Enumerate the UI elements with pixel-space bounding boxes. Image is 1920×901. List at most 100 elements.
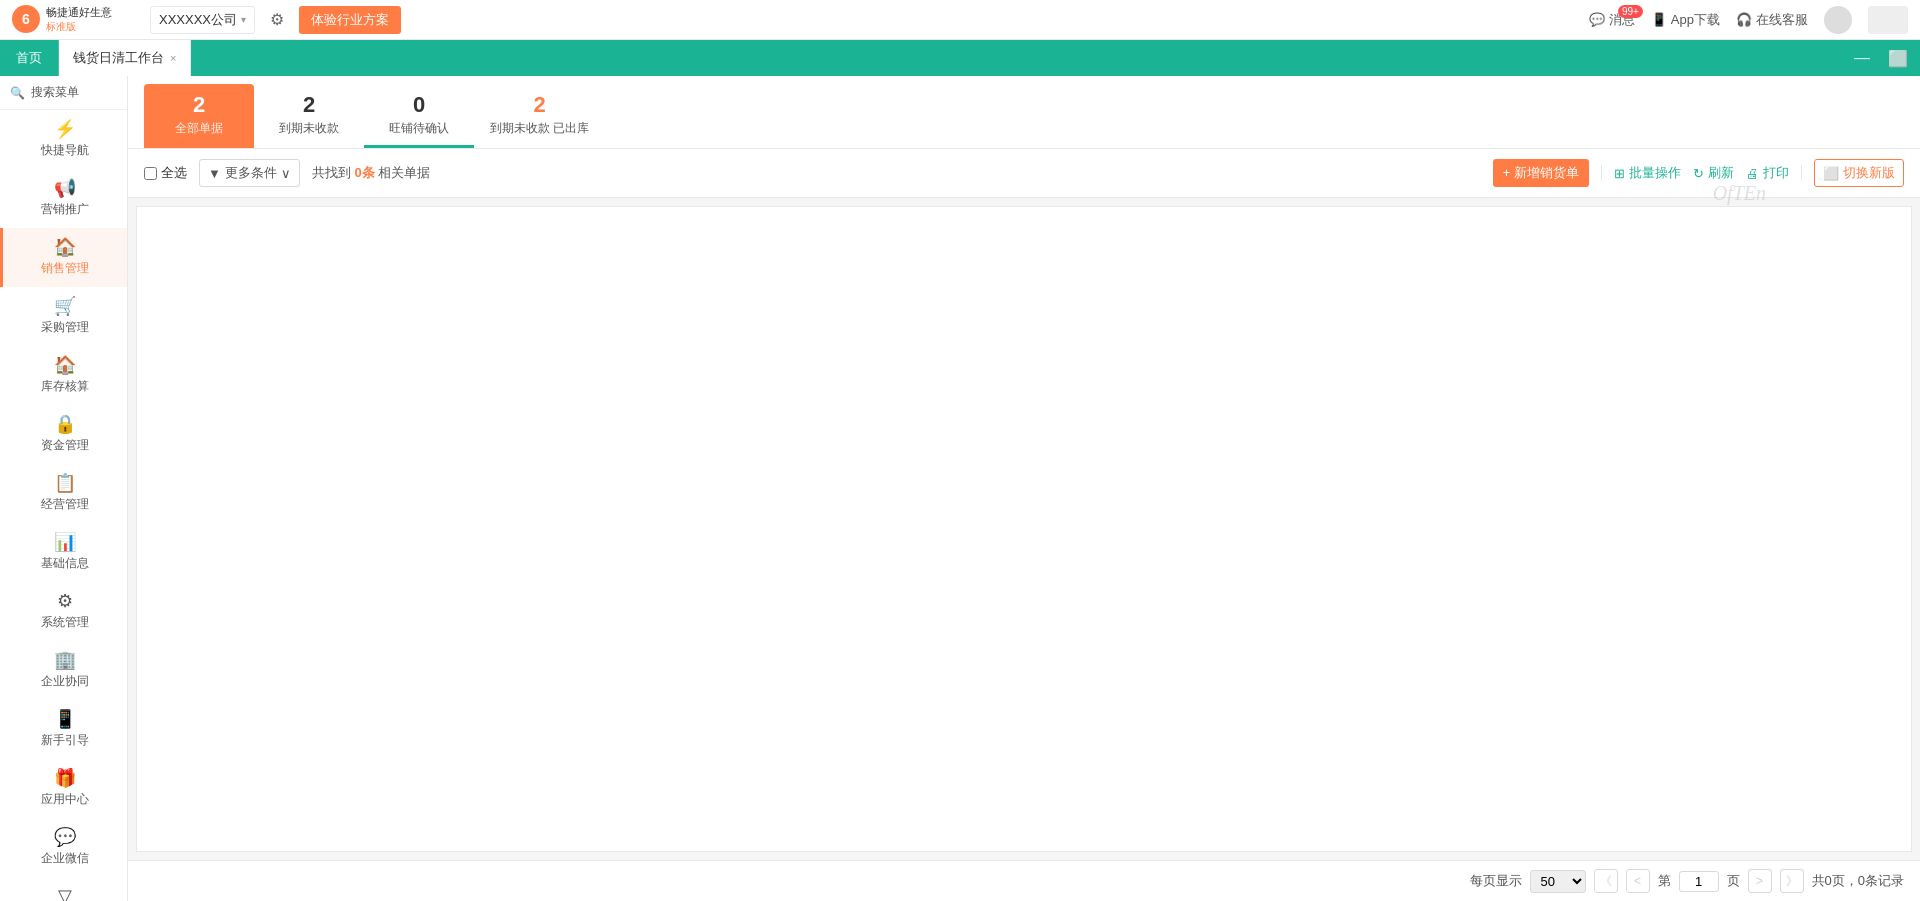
chevron-icon: ∨ [281,166,291,181]
maximize-button[interactable]: ⬜ [1884,44,1912,72]
sidebar-label-app-center: 应用中心 [41,791,89,808]
batch-label: 批量操作 [1629,164,1681,182]
toolbar-right: + 新增销货单 ⊞ 批量操作 ↻ 刷新 🖨 打印 ⬜ 切换新版 [1493,159,1904,187]
tab-home[interactable]: 首页 [0,40,59,76]
refresh-label: 刷新 [1708,164,1734,182]
building-icon: 🏢 [54,651,76,669]
sidebar-item-marketing[interactable]: 📢 营销推广 [0,169,127,228]
grid-icon: 📊 [54,533,76,551]
main-layout: 🔍 搜索菜单 ⚡ 快捷导航 📢 营销推广 🏠 销售管理 🛒 采购管理 🏠 库存核… [0,76,1920,901]
chevron-down-icon: ▾ [241,14,246,25]
stat-label-shipped: 到期未收款 已出库 [490,120,589,137]
per-page-label: 每页显示 [1470,872,1522,890]
top-header: 6 畅捷通好生意 标准版 XXXXXX公司 ▾ ⚙ 体验行业方案 💬 消息 99… [0,0,1920,40]
stat-label-overdue: 到期未收款 [270,120,348,137]
pagination: 每页显示 50 20 100 《 < 第 页 > 》 共0页，0条记录 [128,860,1920,901]
sidebar-item-app-center[interactable]: 🎁 应用中心 [0,759,127,818]
app-name: 畅捷通好生意 [46,5,112,19]
switch-version-button[interactable]: ⬜ 切换新版 [1814,159,1904,187]
select-all-checkbox[interactable]: 全选 [144,164,187,182]
stat-tab-all[interactable]: 2 全部单据 [144,84,254,148]
search-icon: 🔍 [10,86,25,100]
prev-page-button[interactable]: < [1626,869,1650,893]
stat-tab-shipped[interactable]: 2 到期未收款 已出库 [474,84,605,148]
sidebar-item-inventory[interactable]: 🏠 库存核算 [0,346,127,405]
sidebar-label-system: 系统管理 [41,614,89,631]
sidebar-label-wechat: 企业微信 [41,850,89,867]
sidebar-label-guide: 新手引导 [41,732,89,749]
sidebar-item-wechat[interactable]: 💬 企业微信 [0,818,127,877]
filter-icon: ▼ [208,166,221,181]
avatar[interactable] [1824,6,1852,34]
message-badge: 99+ [1618,5,1643,18]
message-icon: 💬 [1589,12,1605,27]
sidebar-item-system[interactable]: ⚙ 系统管理 [0,582,127,641]
select-all-input[interactable] [144,167,157,180]
stat-tabs: 2 全部单据 2 到期未收款 0 旺铺待确认 2 到期未收款 已出库 [128,76,1920,149]
header-right: 💬 消息 99+ 📱 App下载 🎧 在线客服 [1589,6,1908,34]
content-area: 2 全部单据 2 到期未收款 0 旺铺待确认 2 到期未收款 已出库 全选 [128,76,1920,901]
print-button[interactable]: 🖨 打印 [1746,164,1789,182]
first-page-button[interactable]: 《 [1594,869,1618,893]
stat-num-all: 2 [160,92,238,118]
divider2 [1801,165,1802,181]
stat-tab-overdue[interactable]: 2 到期未收款 [254,84,364,148]
sidebar-label-finance: 资金管理 [41,437,89,454]
company-selector[interactable]: XXXXXX公司 ▾ [150,6,255,34]
minimize-button[interactable]: — [1848,44,1876,72]
app-download-button[interactable]: 📱 App下载 [1651,11,1720,29]
sidebar-item-operation[interactable]: 📋 经营管理 [0,464,127,523]
message-button[interactable]: 💬 消息 99+ [1589,11,1635,29]
add-sales-order-button[interactable]: + 新增销货单 [1493,159,1589,187]
page-label: 第 [1658,872,1671,890]
print-icon: 🖨 [1746,166,1759,181]
found-count: 0条 [355,165,375,180]
tab-close-button[interactable]: × [170,52,176,64]
online-service-button[interactable]: 🎧 在线客服 [1736,11,1808,29]
refresh-icon: ↻ [1693,166,1704,181]
page-input[interactable] [1679,871,1719,892]
sidebar-item-guide[interactable]: 📱 新手引导 [0,700,127,759]
refresh-button[interactable]: ↻ 刷新 [1693,164,1734,182]
stat-num-overdue: 2 [270,92,348,118]
sidebar-item-purchase[interactable]: 🛒 采购管理 [0,287,127,346]
settings-button[interactable]: ⚙ [263,6,291,34]
filter-label: 更多条件 [225,164,277,182]
filter-button[interactable]: ▼ 更多条件 ∨ [199,159,300,187]
page-suffix: 页 [1727,872,1740,890]
lightning-icon: ⚡ [54,120,76,138]
sidebar-item-member[interactable]: ▽ 畅会员 [0,877,127,901]
sidebar-item-sales[interactable]: 🏠 销售管理 [0,228,127,287]
sales-icon: 🏠 [54,238,76,256]
app-edition: 标准版 [46,20,112,34]
cart-icon: 🛒 [54,297,76,315]
tab-active-label: 钱货日清工作台 [73,49,164,67]
stat-label-pending: 旺铺待确认 [380,120,458,137]
sidebar-item-finance[interactable]: 🔒 资金管理 [0,405,127,464]
sidebar-item-quick-nav[interactable]: ⚡ 快捷导航 [0,110,127,169]
next-page-button[interactable]: > [1748,869,1772,893]
batch-operation-button[interactable]: ⊞ 批量操作 [1614,164,1681,182]
trial-button[interactable]: 体验行业方案 [299,6,401,34]
stat-num-shipped: 2 [490,92,589,118]
switch-icon: ⬜ [1823,166,1839,181]
lock-icon: 🔒 [54,415,76,433]
sidebar-item-basic[interactable]: 📊 基础信息 [0,523,127,582]
tab-active[interactable]: 钱货日清工作台 × [59,40,191,76]
sidebar-item-enterprise[interactable]: 🏢 企业协同 [0,641,127,700]
sidebar: 🔍 搜索菜单 ⚡ 快捷导航 📢 营销推广 🏠 销售管理 🛒 采购管理 🏠 库存核… [0,76,128,901]
sidebar-label-quick-nav: 快捷导航 [41,142,89,159]
search-menu-button[interactable]: 🔍 搜索菜单 [0,76,127,110]
total-label: 共0页，0条记录 [1812,872,1904,890]
online-service-label: 在线客服 [1756,11,1808,29]
table-area [136,206,1912,852]
sidebar-label-basic: 基础信息 [41,555,89,572]
stat-num-pending: 0 [380,92,458,118]
megaphone-icon: 📢 [54,179,76,197]
gear-icon: ⚙ [57,592,73,610]
user-name-area[interactable] [1868,6,1908,34]
per-page-select[interactable]: 50 20 100 [1530,870,1586,893]
found-text: 共找到 0条 相关单据 [312,164,430,182]
last-page-button[interactable]: 》 [1780,869,1804,893]
stat-tab-pending[interactable]: 0 旺铺待确认 [364,84,474,148]
